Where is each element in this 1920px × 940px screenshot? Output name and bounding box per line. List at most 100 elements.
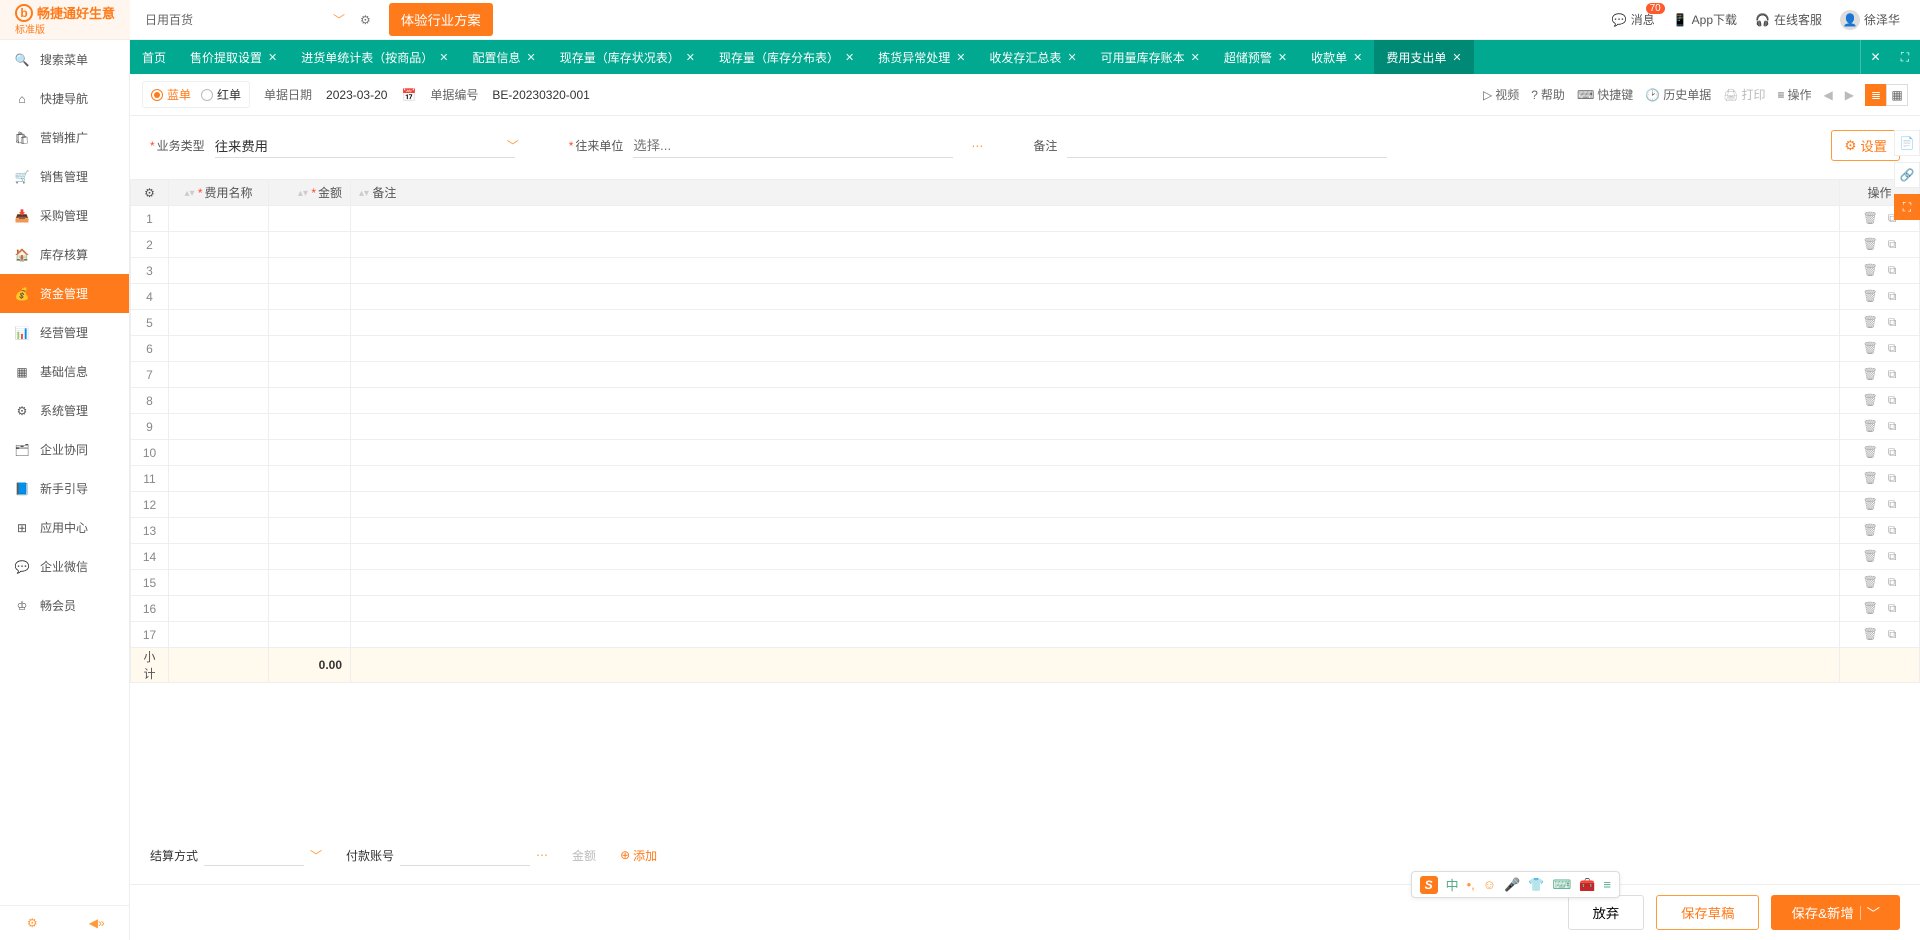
cell-amount[interactable] xyxy=(269,206,351,232)
delete-icon[interactable]: 🗑 xyxy=(1863,237,1878,252)
table-row[interactable]: 3🗑⧉ xyxy=(131,258,1920,284)
date-value[interactable]: 2023-03-20 xyxy=(326,88,387,102)
table-row[interactable]: 17🗑⧉ xyxy=(131,622,1920,648)
department-select[interactable]: 日用百货 ﹀ xyxy=(145,11,345,28)
cell-amount[interactable] xyxy=(269,362,351,388)
cell-amount[interactable] xyxy=(269,492,351,518)
tab-fullscreen[interactable]: ⛶ xyxy=(1890,40,1920,74)
cell-name[interactable] xyxy=(169,544,269,570)
ellipsis-icon[interactable]: ⋯ xyxy=(536,848,548,862)
rail-expand-button[interactable]: ⛶ xyxy=(1894,194,1920,220)
cell-name[interactable] xyxy=(169,596,269,622)
cell-amount[interactable] xyxy=(269,232,351,258)
messages-button[interactable]: 💬 消息 70 xyxy=(1612,11,1655,28)
shortcut-link[interactable]: ⌨快捷键 xyxy=(1577,86,1633,103)
delete-icon[interactable]: 🗑 xyxy=(1863,419,1878,434)
sidebar-settings-button[interactable]: ⚙ xyxy=(0,906,65,940)
delete-icon[interactable]: 🗑 xyxy=(1863,341,1878,356)
cell-name[interactable] xyxy=(169,206,269,232)
sidebar-item[interactable]: 🛒销售管理 xyxy=(0,157,129,196)
copy-icon[interactable]: ⧉ xyxy=(1888,367,1897,382)
close-icon[interactable]: ✕ xyxy=(686,51,695,64)
delete-icon[interactable]: 🗑 xyxy=(1863,497,1878,512)
close-icon[interactable]: ✕ xyxy=(1278,51,1287,64)
tab[interactable]: 费用支出单✕ xyxy=(1374,40,1473,74)
tab[interactable]: 首页 xyxy=(130,40,178,74)
ime-bar[interactable]: S 中 •, ☺ 🎤 👕 ⌨ 🧰 ≡ xyxy=(1411,871,1620,898)
delete-icon[interactable]: 🗑 xyxy=(1863,315,1878,330)
cell-amount[interactable] xyxy=(269,544,351,570)
sidebar-item[interactable]: ⊞应用中心 xyxy=(0,508,129,547)
table-row[interactable]: 15🗑⧉ xyxy=(131,570,1920,596)
cell-remark[interactable] xyxy=(351,414,1840,440)
cell-name[interactable] xyxy=(169,336,269,362)
sidebar-item[interactable]: 🔍搜索菜单 xyxy=(0,40,129,79)
ime-tools-icon[interactable]: 🧰 xyxy=(1579,877,1595,893)
close-icon[interactable]: ✕ xyxy=(845,51,854,64)
cell-name[interactable] xyxy=(169,362,269,388)
table-row[interactable]: 4🗑⧉ xyxy=(131,284,1920,310)
sort-icon[interactable]: ▴▾ xyxy=(359,190,369,198)
remark-input[interactable] xyxy=(1067,134,1387,158)
customer-service-button[interactable]: 🎧 在线客服 xyxy=(1755,11,1822,28)
copy-icon[interactable]: ⧉ xyxy=(1888,289,1897,304)
ime-voice-icon[interactable]: 🎤 xyxy=(1504,877,1520,893)
cell-name[interactable] xyxy=(169,284,269,310)
delete-icon[interactable]: 🗑 xyxy=(1863,263,1878,278)
delete-icon[interactable]: 🗑 xyxy=(1863,471,1878,486)
copy-icon[interactable]: ⧉ xyxy=(1888,497,1897,512)
cell-name[interactable] xyxy=(169,518,269,544)
copy-icon[interactable]: ⧉ xyxy=(1888,471,1897,486)
cell-name[interactable] xyxy=(169,440,269,466)
gear-icon[interactable]: ⚙ xyxy=(360,13,371,27)
tab[interactable]: 售价提取设置✕ xyxy=(178,40,289,74)
nav-prev[interactable]: ◀ xyxy=(1824,88,1833,102)
table-row[interactable]: 10🗑⧉ xyxy=(131,440,1920,466)
help-link[interactable]: ?帮助 xyxy=(1531,86,1565,103)
save-new-button[interactable]: 保存&新增 ﹀ xyxy=(1771,895,1900,930)
delete-icon[interactable]: 🗑 xyxy=(1863,393,1878,408)
sidebar-item[interactable]: 📊经营管理 xyxy=(0,313,129,352)
cell-remark[interactable] xyxy=(351,492,1840,518)
close-icon[interactable]: ✕ xyxy=(268,51,277,64)
copy-icon[interactable]: ⧉ xyxy=(1888,341,1897,356)
chevron-down-icon[interactable]: ﹀ xyxy=(507,137,519,154)
cell-remark[interactable] xyxy=(351,570,1840,596)
delete-icon[interactable]: 🗑 xyxy=(1863,211,1878,226)
discard-button[interactable]: 放弃 xyxy=(1568,895,1645,930)
sort-icon[interactable]: ▴▾ xyxy=(298,190,308,198)
print-link[interactable]: 🖨打印 xyxy=(1723,86,1765,103)
cell-remark[interactable] xyxy=(351,596,1840,622)
sidebar-collapse-button[interactable]: ◀» xyxy=(65,906,130,940)
ime-menu-icon[interactable]: ≡ xyxy=(1603,877,1611,892)
history-link[interactable]: 🕑历史单据 xyxy=(1645,86,1711,103)
cell-remark[interactable] xyxy=(351,544,1840,570)
copy-icon[interactable]: ⧉ xyxy=(1888,601,1897,616)
partner-input[interactable] xyxy=(633,134,953,158)
table-row[interactable]: 13🗑⧉ xyxy=(131,518,1920,544)
delete-icon[interactable]: 🗑 xyxy=(1863,549,1878,564)
table-row[interactable]: 5🗑⧉ xyxy=(131,310,1920,336)
cell-remark[interactable] xyxy=(351,206,1840,232)
table-row[interactable]: 6🗑⧉ xyxy=(131,336,1920,362)
view-grid[interactable]: ▦ xyxy=(1886,84,1908,106)
table-row[interactable]: 16🗑⧉ xyxy=(131,596,1920,622)
close-icon[interactable]: ✕ xyxy=(1191,51,1200,64)
copy-icon[interactable]: ⧉ xyxy=(1888,393,1897,408)
view-list[interactable]: ≣ xyxy=(1865,84,1887,106)
cell-amount[interactable] xyxy=(269,466,351,492)
cell-amount[interactable] xyxy=(269,622,351,648)
cell-remark[interactable] xyxy=(351,310,1840,336)
cell-name[interactable] xyxy=(169,258,269,284)
rail-attach-button[interactable]: 🔗 xyxy=(1894,162,1920,188)
ime-keyboard-icon[interactable]: ⌨ xyxy=(1552,877,1571,893)
close-icon[interactable]: ✕ xyxy=(1452,51,1461,64)
ime-emoji-icon[interactable]: ☺ xyxy=(1483,877,1496,892)
close-icon[interactable]: ✕ xyxy=(439,51,448,64)
ime-skin-icon[interactable]: 👕 xyxy=(1528,877,1544,893)
table-row[interactable]: 8🗑⧉ xyxy=(131,388,1920,414)
sidebar-item[interactable]: 🗂企业协同 xyxy=(0,430,129,469)
close-icon[interactable]: ✕ xyxy=(1353,51,1362,64)
ellipsis-icon[interactable]: ⋯ xyxy=(971,139,983,153)
cell-remark[interactable] xyxy=(351,336,1840,362)
